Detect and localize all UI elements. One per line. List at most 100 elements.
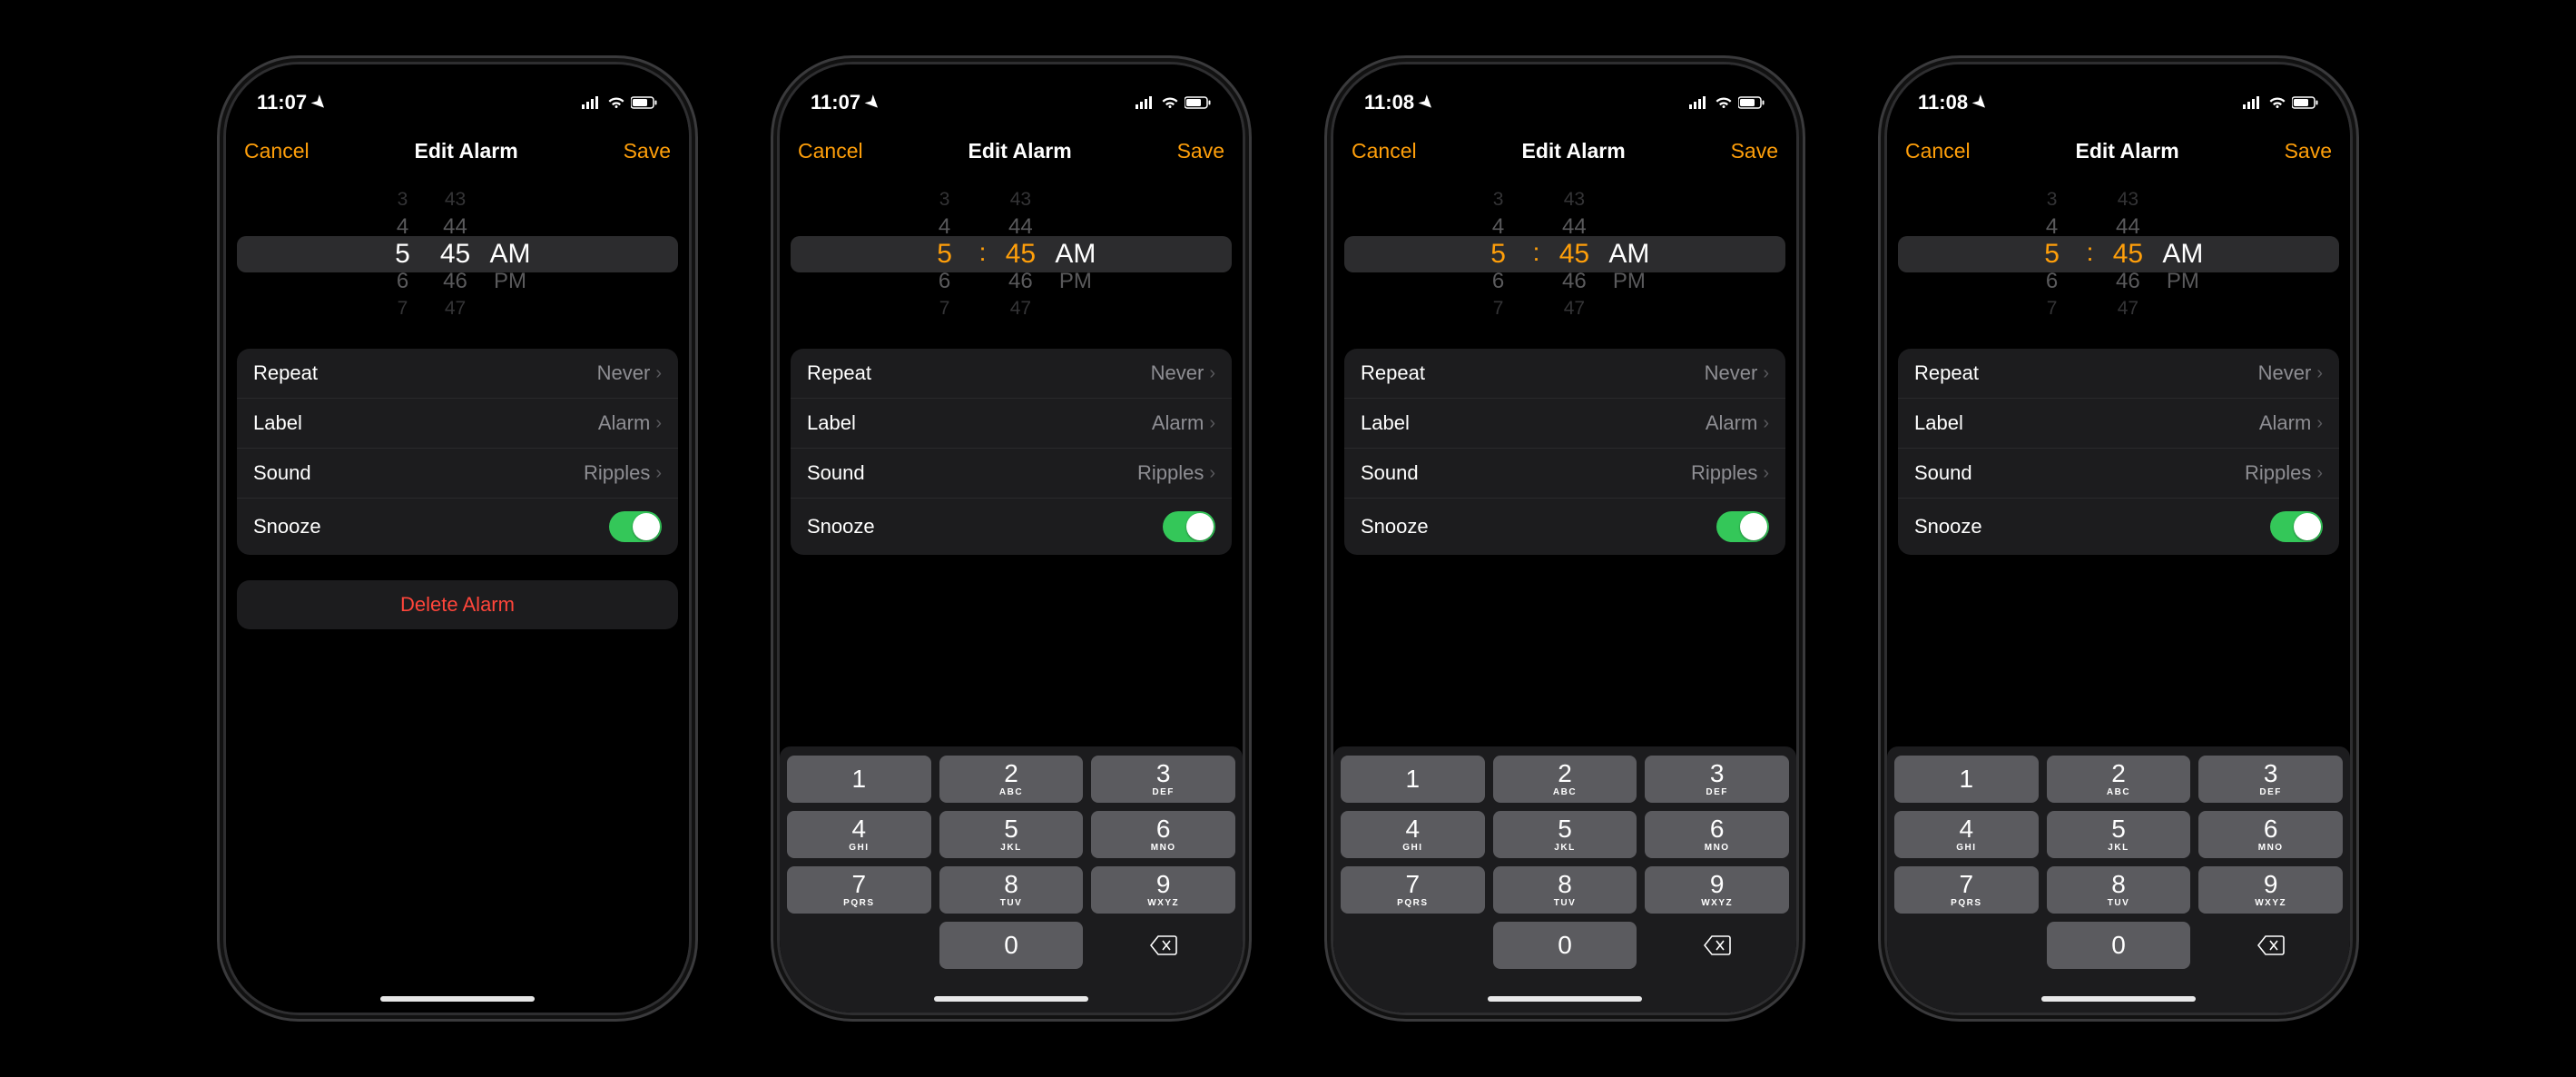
save-button[interactable]: Save [2285,139,2332,163]
chevron-right-icon: › [655,413,662,434]
keypad-7[interactable]: 7PQRS [1894,866,2039,914]
keypad-6[interactable]: 6MNO [1091,811,1235,858]
keypad-7[interactable]: 7PQRS [787,866,931,914]
keypad-2[interactable]: 2ABC [939,756,1084,803]
save-button[interactable]: Save [624,139,671,163]
keypad-9[interactable]: 9WXYZ [1091,866,1235,914]
keypad-backspace[interactable] [2198,922,2343,969]
time-picker[interactable]: 234 5 678 : 424344 45 464748 AM PM [1344,180,1785,325]
battery-icon [2292,91,2319,114]
home-indicator[interactable] [380,996,535,1002]
keypad-0[interactable]: 0 [1493,922,1637,969]
period-column[interactable]: AM PM [1608,241,1649,295]
selected-hour: 5 [2034,241,2070,268]
sound-row[interactable]: Sound Ripples› [791,448,1232,498]
keypad-6[interactable]: 6MNO [1645,811,1789,858]
label-row[interactable]: LabelAlarm› [1344,398,1785,448]
snooze-toggle[interactable] [2270,511,2323,542]
keypad-0[interactable]: 0 [2047,922,2191,969]
keypad-1[interactable]: 1 [1894,756,2039,803]
selected-minute: 45 [1556,241,1592,268]
period-column[interactable]: AM PM [2162,241,2203,295]
phone-3: 11:08 ➤ Cancel Edit Alarm Save 234 [1333,64,1796,1013]
home-indicator[interactable] [934,996,1088,1002]
keypad-9[interactable]: 9WXYZ [1645,866,1789,914]
keypad-0[interactable]: 0 [939,922,1084,969]
page-title: Edit Alarm [2076,139,2179,163]
hour-column[interactable]: 234 5 678 [1480,180,1517,325]
keypad-backspace[interactable] [1091,922,1235,969]
label-row[interactable]: Label Alarm› [791,398,1232,448]
keypad-3[interactable]: 3DEF [1091,756,1235,803]
keypad-2[interactable]: 2ABC [1493,756,1637,803]
keypad-3[interactable]: 3DEF [2198,756,2343,803]
snooze-toggle[interactable] [1716,511,1769,542]
hour-column[interactable]: 2 3 4 5 6 7 8 [385,180,421,325]
keypad-8[interactable]: 8TUV [1493,866,1637,914]
save-button[interactable]: Save [1731,139,1778,163]
keypad-2[interactable]: 2ABC [2047,756,2191,803]
snooze-toggle[interactable] [1163,511,1215,542]
keypad-5[interactable]: 5JKL [1493,811,1637,858]
minute-column[interactable]: 42 43 44 45 46 47 48 [1002,180,1038,325]
cellular-icon [1689,91,1709,114]
chevron-right-icon: › [1209,413,1215,434]
keypad-4[interactable]: 4GHI [787,811,931,858]
minute-column[interactable]: 424344 45 464748 [1556,180,1592,325]
period-column[interactable]: AM PM [490,241,531,295]
sound-row[interactable]: Sound Ripples › [237,448,678,498]
hour-column[interactable]: 2 3 4 5 6 7 8 [927,180,963,325]
hour-column[interactable]: 234 5 678 [2034,180,2070,325]
snooze-row: Snooze [237,498,678,555]
keypad-5[interactable]: 5JKL [2047,811,2191,858]
delete-alarm-button[interactable]: Delete Alarm [237,580,678,629]
home-indicator[interactable] [2041,996,2196,1002]
time-picker[interactable]: 234 5 678 : 424344 45 464748 AM PM [1898,180,2339,325]
period-column[interactable]: AM PM [1055,241,1096,295]
keypad-9[interactable]: 9WXYZ [2198,866,2343,914]
time-picker[interactable]: 2 3 4 5 6 7 8 42 43 44 45 46 47 [237,180,678,325]
keypad-1[interactable]: 1 [787,756,931,803]
sound-row[interactable]: SoundRipples› [1898,448,2339,498]
snooze-row: Snooze [791,498,1232,555]
chevron-right-icon: › [1209,363,1215,384]
chevron-right-icon: › [1763,463,1769,484]
repeat-row[interactable]: Repeat Never › [237,349,678,398]
keypad-8[interactable]: 8TUV [2047,866,2191,914]
home-indicator[interactable] [1488,996,1642,1002]
keypad-4[interactable]: 4GHI [1894,811,2039,858]
keypad-5[interactable]: 5JKL [939,811,1084,858]
snooze-toggle[interactable] [609,511,662,542]
snooze-row: Snooze [1898,498,2339,555]
cancel-button[interactable]: Cancel [1905,139,1971,163]
repeat-row[interactable]: RepeatNever› [1898,349,2339,398]
status-indicators [2243,91,2319,114]
selected-period: AM [490,241,531,268]
sound-row[interactable]: SoundRipples› [1344,448,1785,498]
label-row[interactable]: LabelAlarm› [1898,398,2339,448]
keypad-3[interactable]: 3DEF [1645,756,1789,803]
keypad-7[interactable]: 7PQRS [1341,866,1485,914]
keypad-backspace[interactable] [1645,922,1789,969]
repeat-label: Repeat [253,361,318,385]
keypad-1[interactable]: 1 [1341,756,1485,803]
keypad-4[interactable]: 4GHI [1341,811,1485,858]
repeat-value: Never [597,361,651,385]
repeat-row[interactable]: RepeatNever› [1344,349,1785,398]
notch [911,64,1111,103]
label-row[interactable]: Label Alarm › [237,398,678,448]
status-time: 11:08 ➤ [1918,91,1987,114]
cancel-button[interactable]: Cancel [244,139,310,163]
cancel-button[interactable]: Cancel [798,139,863,163]
repeat-row[interactable]: Repeat Never› [791,349,1232,398]
time-picker[interactable]: 2 3 4 5 6 7 8 : 42 43 44 45 46 [791,180,1232,325]
location-arrow-icon: ➤ [1415,91,1439,114]
keypad-8[interactable]: 8TUV [939,866,1084,914]
wifi-icon [1161,91,1179,114]
cancel-button[interactable]: Cancel [1352,139,1417,163]
minute-column[interactable]: 424344 45 464748 [2109,180,2146,325]
keypad-6[interactable]: 6MNO [2198,811,2343,858]
save-button[interactable]: Save [1177,139,1224,163]
minute-column[interactable]: 42 43 44 45 46 47 48 [438,180,474,325]
clock-text: 11:07 [257,91,307,114]
